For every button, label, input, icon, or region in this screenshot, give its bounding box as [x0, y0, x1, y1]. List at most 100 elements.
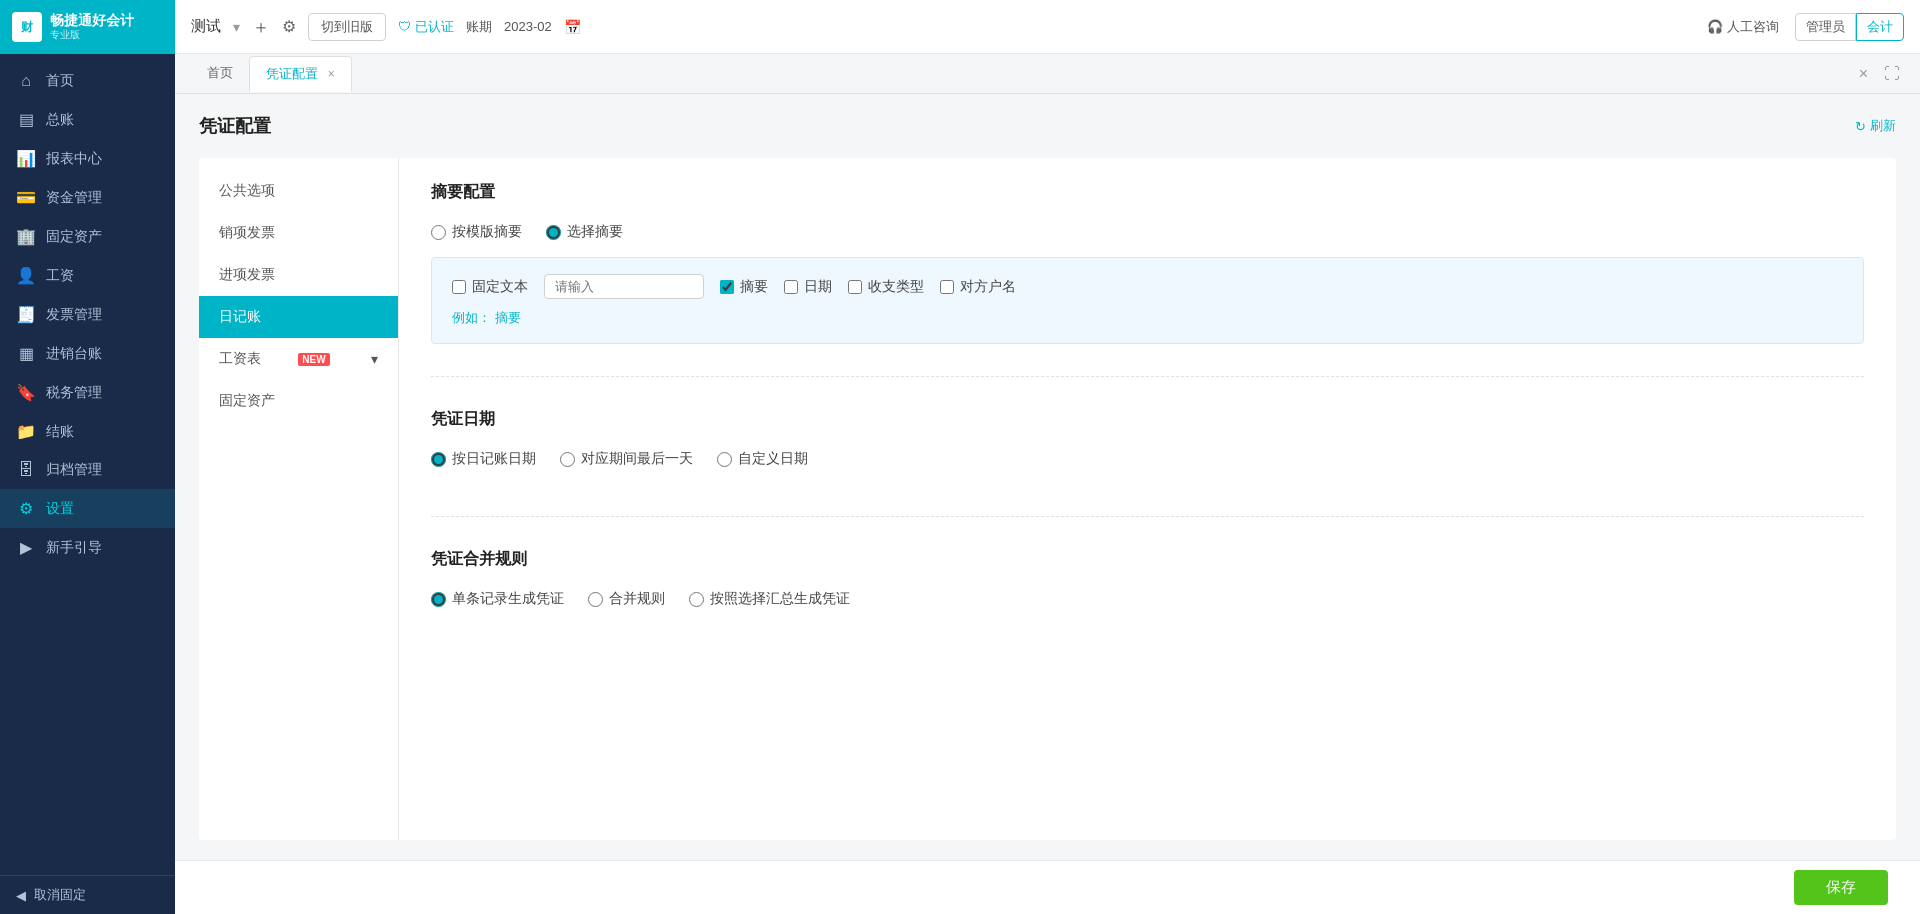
nav-label-sales: 销项发票 — [219, 224, 275, 242]
sidebar-item-tax[interactable]: 🔖 税务管理 — [0, 373, 175, 412]
refresh-icon: ↻ — [1855, 119, 1866, 134]
role-button[interactable]: 会计 — [1856, 13, 1904, 41]
checkbox-fixed-text-input[interactable] — [452, 280, 466, 294]
nav-label-public: 公共选项 — [219, 182, 275, 200]
asset-icon: 🏢 — [16, 227, 36, 246]
summary-check-label: 摘要 — [740, 278, 768, 296]
sidebar-item-settings[interactable]: ⚙ 设置 — [0, 489, 175, 528]
page-header: 凭证配置 ↻ 刷新 — [199, 114, 1896, 138]
sidebar-item-ledger[interactable]: ▤ 总账 — [0, 100, 175, 139]
tab-voucher-config[interactable]: 凭证配置 × — [249, 56, 352, 92]
tab-voucher-label: 凭证配置 — [266, 66, 318, 81]
checkbox-income-type[interactable]: 收支类型 — [848, 278, 924, 296]
logo-icon: 财 — [12, 12, 42, 42]
sidebar-item-label: 进销台账 — [46, 345, 102, 363]
radio-select-summary[interactable]: 选择摘要 — [546, 223, 623, 241]
salary-icon: 👤 — [16, 266, 36, 285]
nav-label-journal: 日记账 — [219, 308, 261, 326]
checkbox-summary[interactable]: 摘要 — [720, 278, 768, 296]
report-icon: 📊 — [16, 149, 36, 168]
checkbox-income-type-input[interactable] — [848, 280, 862, 294]
radio-single-record-label: 单条记录生成凭证 — [452, 590, 564, 608]
radio-select-summary-input[interactable] — [546, 225, 561, 240]
content-area: 凭证配置 ↻ 刷新 公共选项 销项发票 进项发票 — [175, 94, 1920, 860]
manager-button[interactable]: 管理员 — [1795, 13, 1856, 41]
certified-badge: 🛡 已认证 — [398, 18, 454, 36]
topbar: 测试 ▾ ＋ ⚙ 切到旧版 🛡 已认证 账期 2023-02 📅 🎧 人工咨询 … — [175, 0, 1920, 54]
radio-aggregate-generate-input[interactable] — [689, 592, 704, 607]
expand-panel-icon[interactable]: ⛶ — [1880, 61, 1904, 87]
checkbox-fixed-text[interactable]: 固定文本 — [452, 278, 528, 296]
pin-label: 取消固定 — [34, 886, 86, 904]
radio-journal-date-input[interactable] — [431, 452, 446, 467]
radio-single-record[interactable]: 单条记录生成凭证 — [431, 590, 564, 608]
nav-item-sales[interactable]: 销项发票 — [199, 212, 398, 254]
sidebar-item-invoice[interactable]: 🧾 发票管理 — [0, 295, 175, 334]
save-button[interactable]: 保存 — [1794, 870, 1888, 905]
sidebar-item-archive[interactable]: 🗄 归档管理 — [0, 451, 175, 489]
section-date: 凭证日期 按日记账日期 对应期间最后一天 — [431, 409, 1864, 517]
radio-single-record-input[interactable] — [431, 592, 446, 607]
summary-config-box: 固定文本 摘要 日期 — [431, 257, 1864, 344]
checkbox-date-input[interactable] — [784, 280, 798, 294]
nav-item-fixed-asset[interactable]: 固定资产 — [199, 380, 398, 422]
nav-item-journal[interactable]: 日记账 — [199, 296, 398, 338]
calendar-icon[interactable]: 📅 — [564, 19, 581, 35]
merge-mode-radio-group: 单条记录生成凭证 合并规则 按照选择汇总生成凭证 — [431, 590, 1864, 608]
nav-label-purchase: 进项发票 — [219, 266, 275, 284]
checkbox-date[interactable]: 日期 — [784, 278, 832, 296]
fixed-text-input[interactable] — [544, 274, 704, 299]
checkbox-counterpart[interactable]: 对方户名 — [940, 278, 1016, 296]
radio-template-summary-input[interactable] — [431, 225, 446, 240]
old-version-button[interactable]: 切到旧版 — [308, 13, 386, 41]
nav-item-salary[interactable]: 工资表 NEW ▾ — [199, 338, 398, 380]
sidebar-item-home[interactable]: ⌂ 首页 — [0, 62, 175, 100]
sidebar-item-asset[interactable]: 🏢 固定资产 — [0, 217, 175, 256]
radio-merge-rules-label: 合并规则 — [609, 590, 665, 608]
fund-icon: 💳 — [16, 188, 36, 207]
certified-label: 已认证 — [415, 18, 454, 36]
sidebar-item-report[interactable]: 📊 报表中心 — [0, 139, 175, 178]
right-panel: 摘要配置 按模版摘要 选择摘要 — [399, 158, 1896, 840]
sidebar-item-guide[interactable]: ▶ 新手引导 — [0, 528, 175, 567]
nav-item-purchase[interactable]: 进项发票 — [199, 254, 398, 296]
radio-custom-date[interactable]: 自定义日期 — [717, 450, 808, 468]
page-title: 凭证配置 — [199, 114, 271, 138]
ledger-icon: ▤ — [16, 110, 36, 129]
left-nav: 公共选项 销项发票 进项发票 日记账 工资表 NEW ▾ — [199, 158, 399, 840]
tab-home[interactable]: 首页 — [191, 56, 249, 92]
shield-icon: 🛡 — [398, 19, 411, 34]
summary-example: 例如： 摘要 — [452, 309, 1843, 327]
sidebar-pin-toggle[interactable]: ◀ 取消固定 — [0, 875, 175, 914]
radio-merge-rules[interactable]: 合并规则 — [588, 590, 665, 608]
nav-label-salary: 工资表 — [219, 350, 261, 368]
project-chevron-icon[interactable]: ▾ — [233, 19, 240, 35]
sidebar-item-fund[interactable]: 💳 资金管理 — [0, 178, 175, 217]
summary-config-row: 固定文本 摘要 日期 — [452, 274, 1843, 299]
settings-gear-icon[interactable]: ⚙ — [282, 17, 296, 36]
radio-merge-rules-input[interactable] — [588, 592, 603, 607]
close-panel-icon[interactable]: × — [1855, 61, 1872, 87]
add-project-icon[interactable]: ＋ — [252, 15, 270, 39]
sidebar-item-inventory[interactable]: ▦ 进销台账 — [0, 334, 175, 373]
bottom-bar: 保存 — [175, 860, 1920, 914]
checkbox-counterpart-input[interactable] — [940, 280, 954, 294]
sidebar-item-close[interactable]: 📁 结账 — [0, 412, 175, 451]
radio-template-summary[interactable]: 按模版摘要 — [431, 223, 522, 241]
radio-period-last-day-input[interactable] — [560, 452, 575, 467]
refresh-button[interactable]: ↻ 刷新 — [1855, 117, 1896, 135]
radio-custom-date-input[interactable] — [717, 452, 732, 467]
page-content: 凭证配置 ↻ 刷新 公共选项 销项发票 进项发票 — [175, 94, 1920, 860]
nav-item-public[interactable]: 公共选项 — [199, 170, 398, 212]
sidebar-item-salary[interactable]: 👤 工资 — [0, 256, 175, 295]
sidebar: 财 畅捷通好会计 专业版 ⌂ 首页 ▤ 总账 📊 报表中心 💳 资金管理 🏢 固… — [0, 0, 175, 914]
section-summary: 摘要配置 按模版摘要 选择摘要 — [431, 182, 1864, 377]
radio-journal-date[interactable]: 按日记账日期 — [431, 450, 536, 468]
date-mode-radio-group: 按日记账日期 对应期间最后一天 自定义日期 — [431, 450, 1864, 468]
consult-button[interactable]: 🎧 人工咨询 — [1707, 18, 1779, 36]
checkbox-summary-input[interactable] — [720, 280, 734, 294]
radio-period-last-day[interactable]: 对应期间最后一天 — [560, 450, 693, 468]
radio-aggregate-generate[interactable]: 按照选择汇总生成凭证 — [689, 590, 850, 608]
main-area: 测试 ▾ ＋ ⚙ 切到旧版 🛡 已认证 账期 2023-02 📅 🎧 人工咨询 … — [175, 0, 1920, 914]
tab-close-icon[interactable]: × — [328, 67, 335, 81]
